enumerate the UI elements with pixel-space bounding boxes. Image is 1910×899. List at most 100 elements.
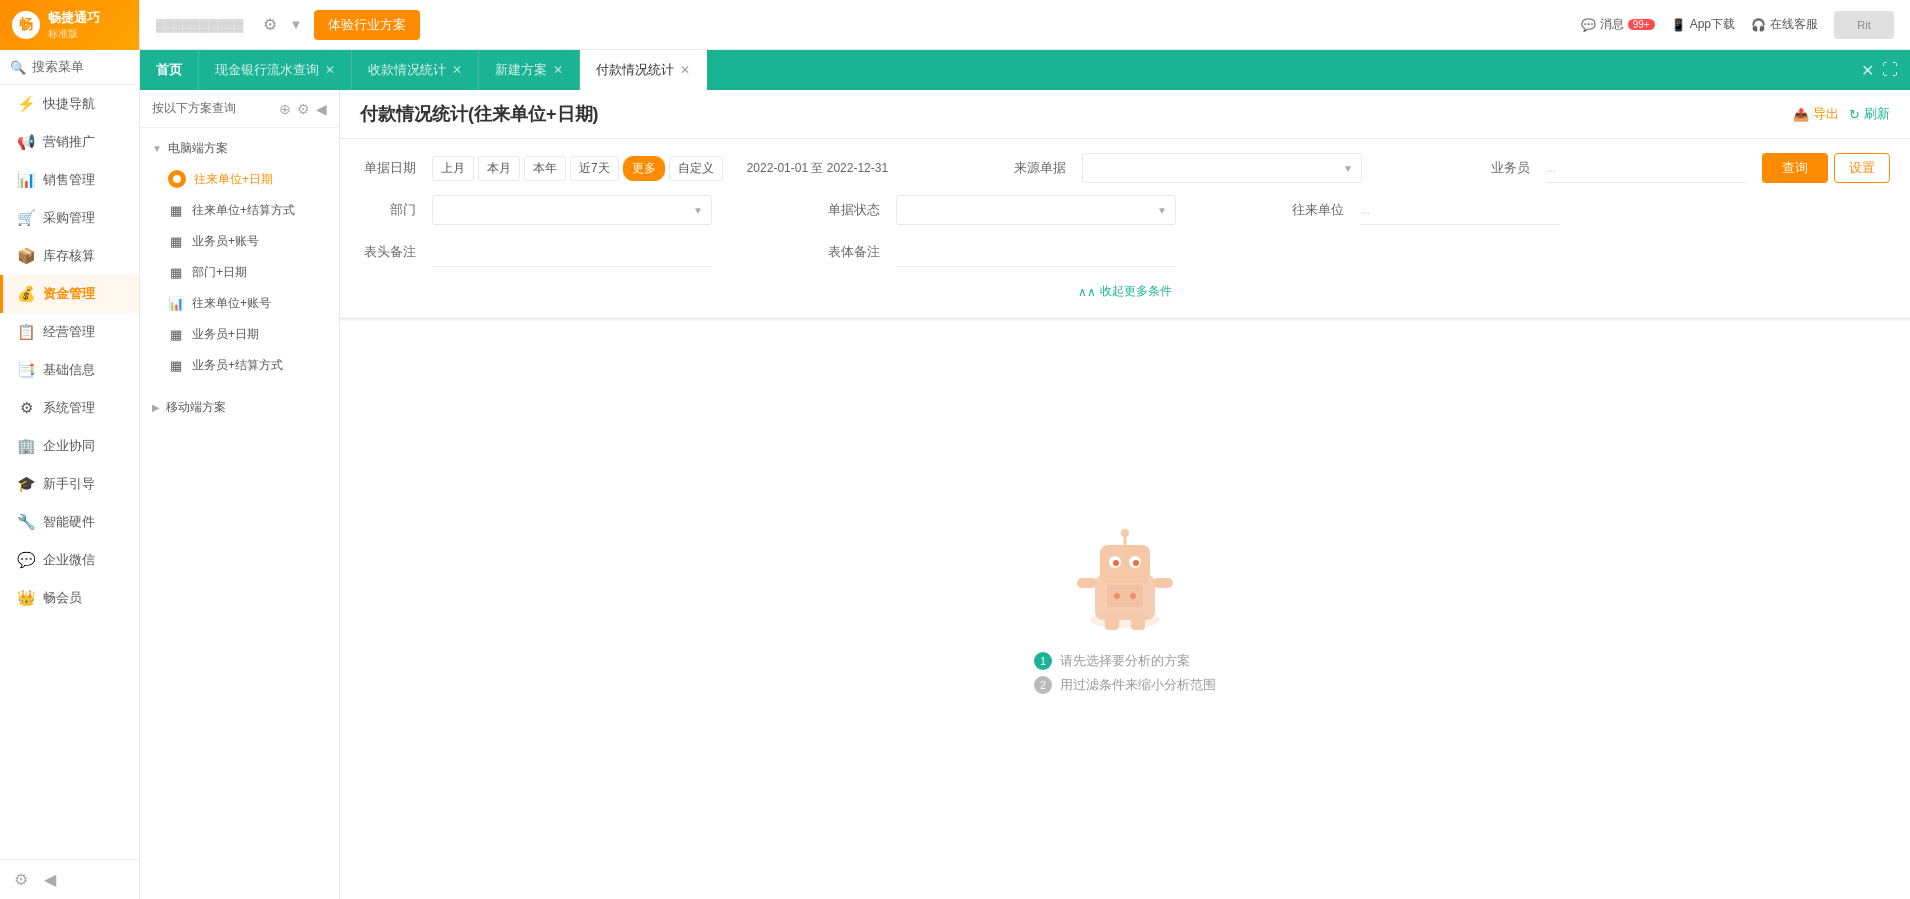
dept-select[interactable]: ▼ xyxy=(432,195,712,225)
sidebar-item-operation[interactable]: 📋 经营管理 xyxy=(0,313,139,351)
message-label: 消息 xyxy=(1600,16,1624,33)
scheme-settings-btn[interactable]: ⚙ xyxy=(297,101,310,117)
search-icon: 🔍 xyxy=(10,60,26,75)
message-btn[interactable]: 💬 消息 99+ xyxy=(1581,16,1655,33)
add-scheme-btn[interactable]: ⊕ xyxy=(279,101,291,117)
source-label: 来源单据 xyxy=(1010,159,1066,177)
date-btn-this-year[interactable]: 本年 xyxy=(524,156,566,181)
user-avatar[interactable]: Rit xyxy=(1834,11,1894,39)
footer-collapse-icon[interactable]: ◀ xyxy=(44,870,56,889)
body-note-input[interactable] xyxy=(896,237,1176,267)
sidebar-item-basic-info[interactable]: 📑 基础信息 xyxy=(0,351,139,389)
tab-bank-flow-label: 现金银行流水查询 xyxy=(215,61,319,79)
scheme-partner-date[interactable]: 往来单位+日期 xyxy=(140,163,339,195)
setting-btn[interactable]: 设置 xyxy=(1834,153,1890,183)
scheme-collapse-btn[interactable]: ◀ xyxy=(316,101,327,117)
scheme-partner-date-label: 往来单位+日期 xyxy=(194,171,273,188)
sidebar-item-sales[interactable]: 📊 销售管理 xyxy=(0,161,139,199)
sidebar-item-label: 经营管理 xyxy=(43,323,95,341)
mobile-scheme-title[interactable]: ▶ 移动端方案 xyxy=(140,393,339,422)
date-btn-this-month[interactable]: 本月 xyxy=(478,156,520,181)
tab-receipt-stat-close[interactable]: ✕ xyxy=(452,63,462,77)
date-btn-more[interactable]: 更多 xyxy=(623,156,665,181)
scheme-dept-date[interactable]: ▦ 部门+日期 xyxy=(140,257,339,288)
date-btn-custom[interactable]: 自定义 xyxy=(669,156,723,181)
scheme-salesman-account-label: 业务员+账号 xyxy=(192,233,259,250)
export-icon: 📤 xyxy=(1793,107,1809,122)
refresh-btn[interactable]: ↻ 刷新 xyxy=(1849,105,1890,123)
left-panel: 按以下方案查询 ⊕ ⚙ ◀ ▼ 电脑端方案 往来单位+日期 xyxy=(140,90,340,899)
tab-home[interactable]: 首页 xyxy=(140,50,199,90)
sidebar-search[interactable]: 🔍 搜索菜单 xyxy=(0,50,139,85)
tab-payment-stat[interactable]: 付款情况统计 ✕ xyxy=(580,50,707,90)
tab-payment-stat-close[interactable]: ✕ xyxy=(680,63,690,77)
tab-close-all-icon[interactable]: ✕ xyxy=(1861,61,1874,80)
svg-rect-13 xyxy=(1105,616,1119,630)
app-download-label: App下载 xyxy=(1690,16,1735,33)
sidebar-item-marketing[interactable]: 📢 营销推广 xyxy=(0,123,139,161)
date-btn-7days[interactable]: 近7天 xyxy=(570,156,619,181)
tab-receipt-stat[interactable]: 收款情况统计 ✕ xyxy=(352,50,479,90)
salesman-placeholder: ... xyxy=(1546,161,1556,175)
header-note-input[interactable] xyxy=(432,237,712,267)
export-btn[interactable]: 📤 导出 xyxy=(1793,105,1839,123)
active-dot-icon xyxy=(168,170,186,188)
sidebar: 畅 畅捷通巧 标准版 🔍 搜索菜单 ⚡ 快捷导航 📢 营销推广 📊 销售管理 🛒… xyxy=(0,0,140,899)
tab-bank-flow[interactable]: 现金银行流水查询 ✕ xyxy=(199,50,352,90)
sidebar-item-capital[interactable]: 💰 资金管理 xyxy=(0,275,139,313)
export-label: 导出 xyxy=(1813,105,1839,123)
sales-icon: 📊 xyxy=(17,171,35,189)
scheme-salesman-account[interactable]: ▦ 业务员+账号 xyxy=(140,226,339,257)
app-download-btn[interactable]: 📱 App下载 xyxy=(1671,16,1735,33)
marketing-icon: 📢 xyxy=(17,133,35,151)
tab-new-scheme-close[interactable]: ✕ xyxy=(553,63,563,77)
sidebar-item-quick-nav[interactable]: ⚡ 快捷导航 xyxy=(0,85,139,123)
tab-new-scheme[interactable]: 新建方案 ✕ xyxy=(479,50,580,90)
purchase-icon: 🛒 xyxy=(17,209,35,227)
sidebar-item-label: 资金管理 xyxy=(43,285,95,303)
collapse-btn[interactable]: ∧∧ 收起更多条件 xyxy=(1066,279,1184,304)
collapse-row: ∧∧ 收起更多条件 xyxy=(360,279,1890,304)
tab-bank-flow-close[interactable]: ✕ xyxy=(325,63,335,77)
scheme-partner-account[interactable]: 📊 往来单位+账号 xyxy=(140,288,339,319)
topbar-settings-icon[interactable]: ⚙ xyxy=(263,15,277,34)
scheme-salesman-settle[interactable]: ▦ 业务员+结算方式 xyxy=(140,350,339,381)
step-2-text: 用过滤条件来缩小分析范围 xyxy=(1060,676,1216,694)
svg-point-7 xyxy=(1133,560,1139,566)
tabbar: 首页 现金银行流水查询 ✕ 收款情况统计 ✕ 新建方案 ✕ 付款情况统计 ✕ ✕… xyxy=(140,50,1910,90)
topbar-right: 💬 消息 99+ 📱 App下载 🎧 在线客服 Rit xyxy=(1581,11,1894,39)
sidebar-item-wechat[interactable]: 💬 企业微信 xyxy=(0,541,139,579)
scheme-salesman-date[interactable]: ▦ 业务员+日期 xyxy=(140,319,339,350)
salesman-label: 业务员 xyxy=(1474,159,1530,177)
scheme-partner-settle[interactable]: ▦ 往来单位+结算方式 xyxy=(140,195,339,226)
date-label: 单据日期 xyxy=(360,159,416,177)
capital-icon: 💰 xyxy=(17,285,35,303)
desktop-scheme-title[interactable]: ▼ 电脑端方案 xyxy=(140,134,339,163)
tab-expand-icon[interactable]: ⛶ xyxy=(1882,61,1898,79)
source-select[interactable]: ▼ xyxy=(1082,153,1362,183)
refresh-icon: ↻ xyxy=(1849,107,1860,122)
source-select-arrow: ▼ xyxy=(1343,163,1353,174)
sidebar-item-purchase[interactable]: 🛒 采购管理 xyxy=(0,199,139,237)
page-header-actions: 📤 导出 ↻ 刷新 xyxy=(1793,105,1890,123)
mobile-scheme-group: ▶ 移动端方案 xyxy=(140,387,339,428)
query-btn[interactable]: 查询 xyxy=(1762,153,1828,183)
sidebar-item-label: 畅会员 xyxy=(43,589,82,607)
svg-rect-3 xyxy=(1100,545,1150,583)
sidebar-item-hardware[interactable]: 🔧 智能硬件 xyxy=(0,503,139,541)
tab-new-scheme-label: 新建方案 xyxy=(495,61,547,79)
sidebar-item-guide[interactable]: 🎓 新手引导 xyxy=(0,465,139,503)
footer-settings-icon[interactable]: ⚙ xyxy=(14,870,28,889)
doc-status-select[interactable]: ▼ xyxy=(896,195,1176,225)
online-service-btn[interactable]: 🎧 在线客服 xyxy=(1751,16,1818,33)
sidebar-item-member[interactable]: 👑 畅会员 xyxy=(0,579,139,617)
trial-btn[interactable]: 体验行业方案 xyxy=(314,10,420,40)
sidebar-item-enterprise[interactable]: 🏢 企业协同 xyxy=(0,427,139,465)
sidebar-item-inventory[interactable]: 📦 库存核算 xyxy=(0,237,139,275)
topbar-dropdown-icon[interactable]: ▼ xyxy=(289,17,302,32)
date-btn-last-month[interactable]: 上月 xyxy=(432,156,474,181)
svg-rect-12 xyxy=(1107,585,1143,607)
sidebar-logo: 畅 畅捷通巧 标准版 xyxy=(0,0,139,50)
avatar-text: Rit xyxy=(1857,19,1870,31)
sidebar-item-system[interactable]: ⚙ 系统管理 xyxy=(0,389,139,427)
